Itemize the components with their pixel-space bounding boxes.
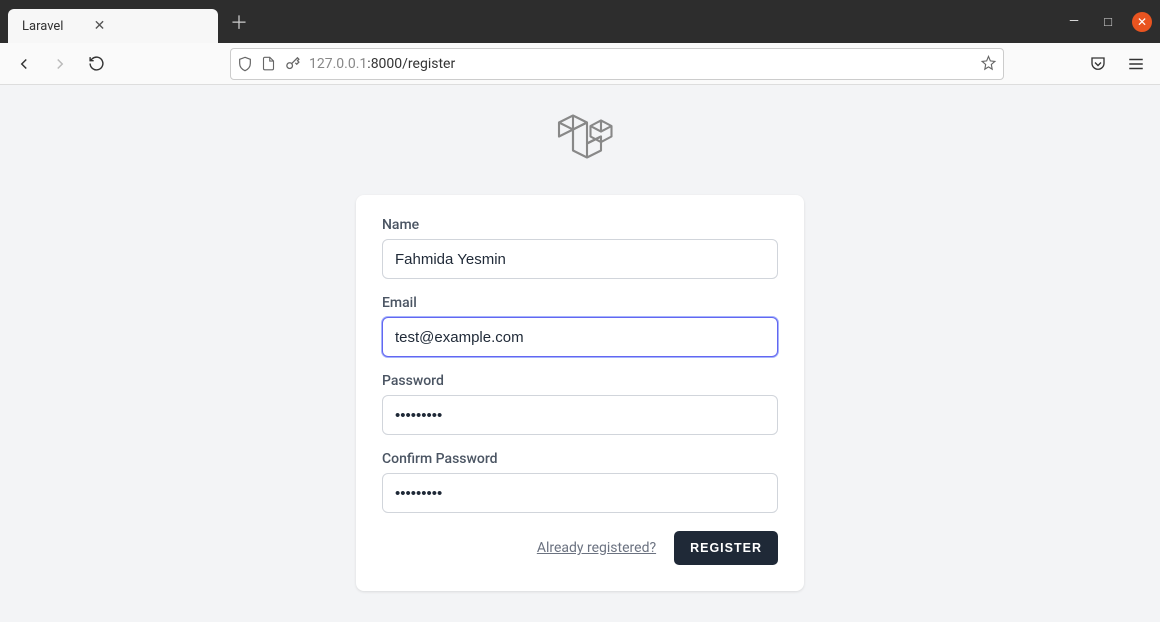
new-tab-button[interactable]: ＋ xyxy=(230,9,248,35)
reload-button[interactable] xyxy=(84,52,108,76)
maximize-icon[interactable]: □ xyxy=(1098,12,1118,32)
confirm-password-label: Confirm Password xyxy=(382,451,778,467)
register-button[interactable]: Register xyxy=(674,531,778,565)
pocket-icon[interactable] xyxy=(1086,52,1110,76)
email-field-group: Email xyxy=(382,295,778,357)
url-text: 127.0.0.1:8000/register xyxy=(309,56,972,72)
browser-toolbar: 127.0.0.1:8000/register xyxy=(0,43,1160,85)
laravel-logo-icon xyxy=(545,105,615,175)
password-label: Password xyxy=(382,373,778,389)
shield-icon[interactable] xyxy=(237,56,253,72)
address-bar[interactable]: 127.0.0.1:8000/register xyxy=(230,48,1004,80)
name-field-group: Name xyxy=(382,217,778,279)
name-input[interactable] xyxy=(382,239,778,279)
window-titlebar: Laravel ✕ ＋ — □ ✕ xyxy=(0,0,1160,43)
already-registered-link[interactable]: Already registered? xyxy=(537,540,656,556)
window-controls: — □ ✕ xyxy=(1064,12,1152,32)
email-label: Email xyxy=(382,295,778,311)
password-field-group: Password xyxy=(382,373,778,435)
back-button[interactable] xyxy=(12,52,36,76)
window-close-icon[interactable]: ✕ xyxy=(1132,12,1152,32)
email-input[interactable] xyxy=(382,317,778,357)
menu-icon[interactable] xyxy=(1124,52,1148,76)
bookmark-icon[interactable] xyxy=(980,55,997,72)
browser-tab[interactable]: Laravel ✕ xyxy=(8,9,218,43)
key-icon[interactable] xyxy=(284,55,301,72)
close-icon[interactable]: ✕ xyxy=(91,18,107,34)
tab-title: Laravel xyxy=(22,19,63,34)
password-input[interactable] xyxy=(382,395,778,435)
page-viewport: Name Email Password Confirm Password Alr… xyxy=(0,85,1160,622)
form-actions: Already registered? Register xyxy=(382,531,778,565)
minimize-icon[interactable]: — xyxy=(1064,12,1084,32)
confirm-password-input[interactable] xyxy=(382,473,778,513)
name-label: Name xyxy=(382,217,778,233)
page-icon[interactable] xyxy=(261,56,276,71)
register-card: Name Email Password Confirm Password Alr… xyxy=(356,195,804,591)
forward-button[interactable] xyxy=(48,52,72,76)
confirm-password-field-group: Confirm Password xyxy=(382,451,778,513)
